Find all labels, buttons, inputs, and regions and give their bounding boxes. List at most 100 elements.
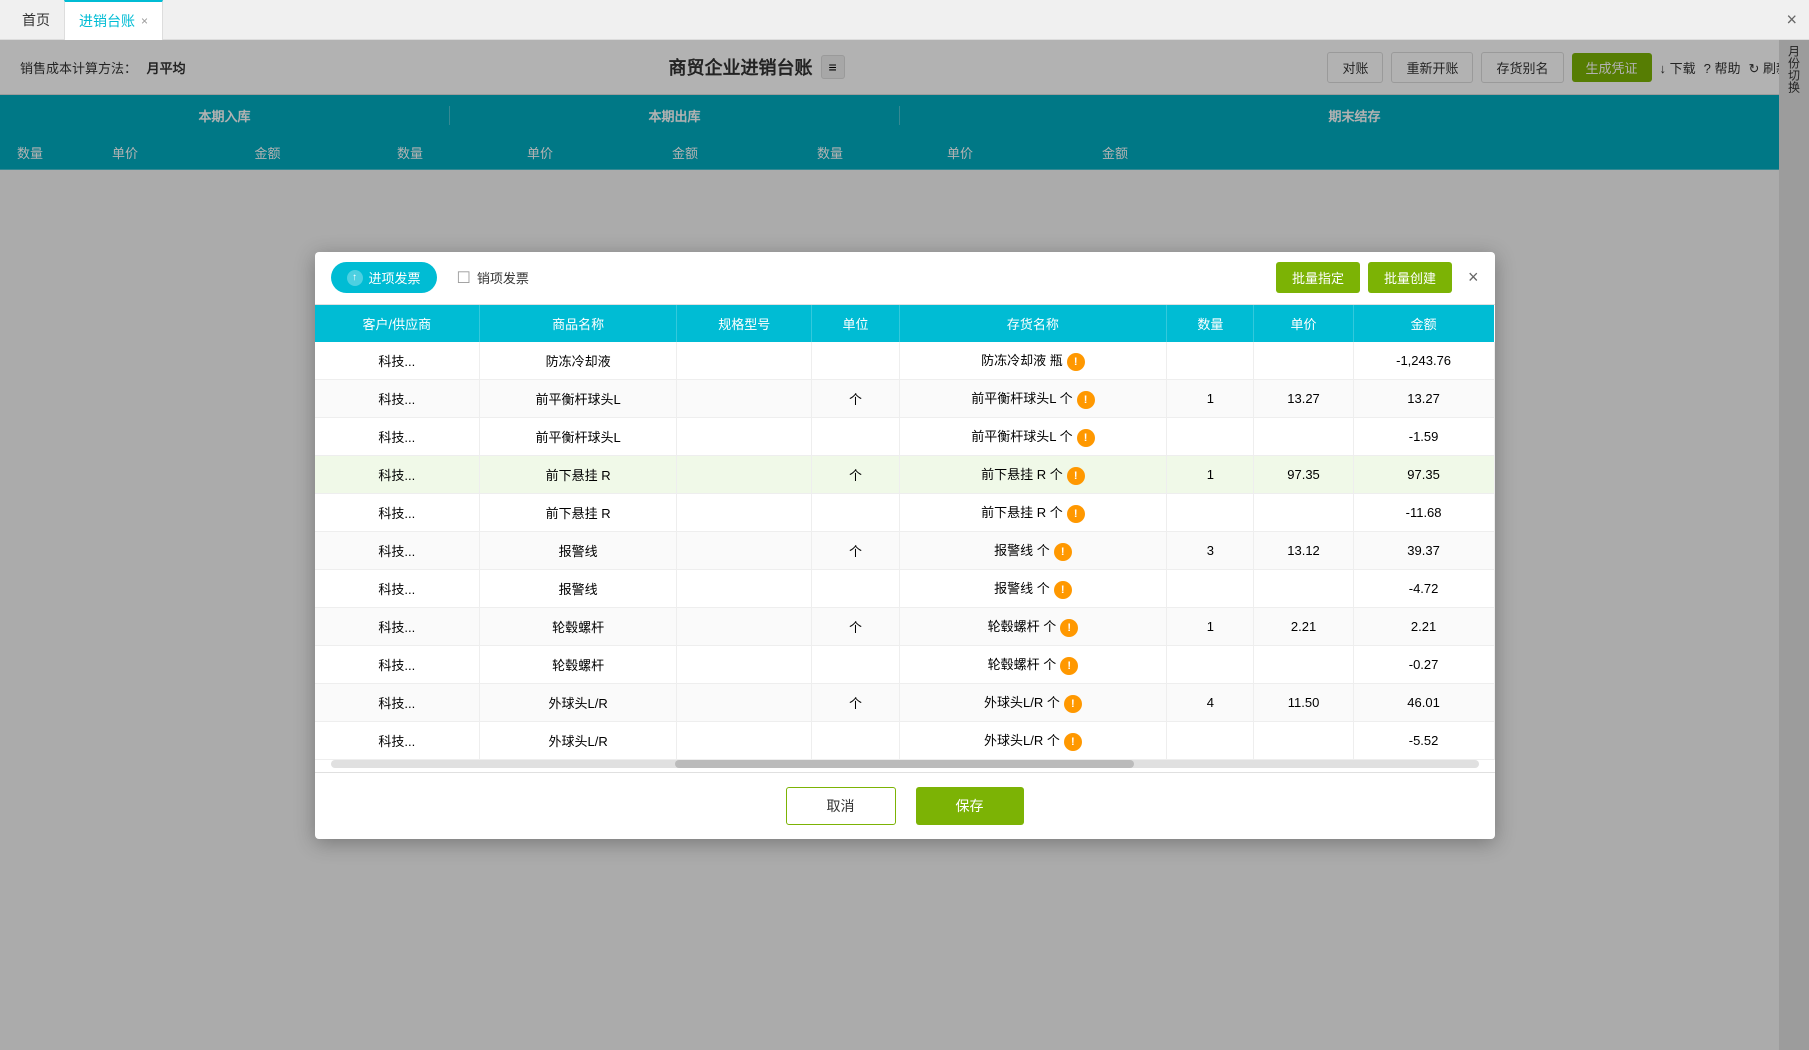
warning-icon: ! bbox=[1077, 429, 1095, 447]
warning-icon: ! bbox=[1077, 391, 1095, 409]
modal-header: ↑ 进项发票 ☐ 销项发票 批量指定 批量创建 × bbox=[315, 252, 1495, 305]
cell-amount: -5.52 bbox=[1353, 721, 1494, 759]
col-header-price: 单价 bbox=[1254, 305, 1353, 342]
cell-qty bbox=[1167, 721, 1254, 759]
cell-qty: 4 bbox=[1167, 683, 1254, 721]
cell-product: 前平衡杆球头L bbox=[480, 379, 677, 417]
cell-price bbox=[1254, 417, 1353, 455]
batch-assign-button[interactable]: 批量指定 bbox=[1276, 262, 1360, 293]
tab-home-label: 首页 bbox=[22, 10, 50, 30]
cell-product: 轮毂螺杆 bbox=[480, 645, 677, 683]
cell-supplier: 科技... bbox=[315, 683, 480, 721]
window-close-button[interactable]: × bbox=[1786, 9, 1797, 30]
tab-jinxiao[interactable]: 进销台账 × bbox=[64, 0, 163, 40]
cell-stock-name: 前平衡杆球头L 个! bbox=[899, 417, 1167, 455]
cell-unit bbox=[812, 721, 899, 759]
cell-product: 前下悬挂 R bbox=[480, 493, 677, 531]
cell-price bbox=[1254, 493, 1353, 531]
cell-price bbox=[1254, 721, 1353, 759]
cell-unit bbox=[812, 645, 899, 683]
jinxiang-tab-icon: ↑ bbox=[347, 270, 363, 286]
scrollbar-thumb[interactable] bbox=[675, 760, 1134, 768]
table-row: 科技... 前下悬挂 R 前下悬挂 R 个! -11.68 bbox=[315, 493, 1495, 531]
cell-unit: 个 bbox=[812, 455, 899, 493]
cell-stock-name: 轮毂螺杆 个! bbox=[899, 607, 1167, 645]
cell-supplier: 科技... bbox=[315, 569, 480, 607]
cell-product: 报警线 bbox=[480, 569, 677, 607]
table-header-row: 客户/供应商 商品名称 规格型号 单位 存货名称 数量 单价 金额 bbox=[315, 305, 1495, 342]
warning-icon: ! bbox=[1054, 543, 1072, 561]
table-row: 科技... 轮毂螺杆 个 轮毂螺杆 个! 1 2.21 2.21 bbox=[315, 607, 1495, 645]
jinxiang-tab-label: 进项发票 bbox=[369, 268, 421, 287]
modal-dialog: ↑ 进项发票 ☐ 销项发票 批量指定 批量创建 × 客户 bbox=[315, 252, 1495, 839]
warning-icon: ! bbox=[1060, 619, 1078, 637]
cell-supplier: 科技... bbox=[315, 455, 480, 493]
cell-stock-name: 外球头L/R 个! bbox=[899, 683, 1167, 721]
cell-amount: 13.27 bbox=[1353, 379, 1494, 417]
cell-stock-name: 报警线 个! bbox=[899, 569, 1167, 607]
table-row: 科技... 外球头L/R 个 外球头L/R 个! 4 11.50 46.01 bbox=[315, 683, 1495, 721]
cell-spec bbox=[677, 569, 812, 607]
modal-horizontal-scrollbar[interactable] bbox=[331, 760, 1479, 768]
save-button[interactable]: 保存 bbox=[916, 787, 1024, 825]
cell-unit: 个 bbox=[812, 683, 899, 721]
cell-qty bbox=[1167, 645, 1254, 683]
modal-header-right: 批量指定 批量创建 bbox=[1276, 262, 1452, 293]
col-header-stock: 存货名称 bbox=[899, 305, 1167, 342]
cell-spec bbox=[677, 455, 812, 493]
modal-close-button[interactable]: × bbox=[1468, 267, 1479, 288]
table-row: 科技... 报警线 个 报警线 个! 3 13.12 39.37 bbox=[315, 531, 1495, 569]
cell-stock-name: 轮毂螺杆 个! bbox=[899, 645, 1167, 683]
cancel-button[interactable]: 取消 bbox=[786, 787, 896, 825]
tab-home[interactable]: 首页 bbox=[8, 0, 64, 40]
cell-spec bbox=[677, 493, 812, 531]
table-row: 科技... 外球头L/R 外球头L/R 个! -5.52 bbox=[315, 721, 1495, 759]
tab-jinxiang-invoice[interactable]: ↑ 进项发票 bbox=[331, 262, 437, 293]
cell-amount: 2.21 bbox=[1353, 607, 1494, 645]
cell-stock-name: 前下悬挂 R 个! bbox=[899, 455, 1167, 493]
batch-create-button[interactable]: 批量创建 bbox=[1368, 262, 1452, 293]
cell-product: 外球头L/R bbox=[480, 683, 677, 721]
table-row: 科技... 前平衡杆球头L 前平衡杆球头L 个! -1.59 bbox=[315, 417, 1495, 455]
cell-stock-name: 报警线 个! bbox=[899, 531, 1167, 569]
main-area: 销售成本计算方法： 月平均 商贸企业进销台账 ≡ 对账 重新开账 存货别名 生成… bbox=[0, 40, 1809, 1050]
cell-amount: 46.01 bbox=[1353, 683, 1494, 721]
cell-price bbox=[1254, 569, 1353, 607]
cell-supplier: 科技... bbox=[315, 342, 480, 380]
table-row: 科技... 前下悬挂 R 个 前下悬挂 R 个! 1 97.35 97.35 bbox=[315, 455, 1495, 493]
invoice-table: 客户/供应商 商品名称 规格型号 单位 存货名称 数量 单价 金额 科技... … bbox=[315, 305, 1495, 760]
cell-product: 前下悬挂 R bbox=[480, 455, 677, 493]
warning-icon: ! bbox=[1067, 353, 1085, 371]
cell-price: 97.35 bbox=[1254, 455, 1353, 493]
cell-spec bbox=[677, 342, 812, 380]
warning-icon: ! bbox=[1064, 695, 1082, 713]
col-header-qty: 数量 bbox=[1167, 305, 1254, 342]
col-header-spec: 规格型号 bbox=[677, 305, 812, 342]
cell-amount: -1,243.76 bbox=[1353, 342, 1494, 380]
warning-icon: ! bbox=[1067, 467, 1085, 485]
cell-amount: -4.72 bbox=[1353, 569, 1494, 607]
tab-xiaoxiang-invoice[interactable]: ☐ 销项发票 bbox=[441, 262, 545, 294]
warning-icon: ! bbox=[1054, 581, 1072, 599]
cell-unit bbox=[812, 493, 899, 531]
cell-price bbox=[1254, 342, 1353, 380]
cell-qty bbox=[1167, 569, 1254, 607]
cell-amount: -1.59 bbox=[1353, 417, 1494, 455]
cell-stock-name: 前平衡杆球头L 个! bbox=[899, 379, 1167, 417]
cell-stock-name: 前下悬挂 R 个! bbox=[899, 493, 1167, 531]
cell-product: 外球头L/R bbox=[480, 721, 677, 759]
table-row: 科技... 轮毂螺杆 轮毂螺杆 个! -0.27 bbox=[315, 645, 1495, 683]
cell-amount: 39.37 bbox=[1353, 531, 1494, 569]
cell-qty bbox=[1167, 342, 1254, 380]
tab-jinxiao-close[interactable]: × bbox=[141, 14, 148, 28]
cell-qty: 1 bbox=[1167, 379, 1254, 417]
modal-table-wrap: 客户/供应商 商品名称 规格型号 单位 存货名称 数量 单价 金额 科技... … bbox=[315, 305, 1495, 760]
cell-supplier: 科技... bbox=[315, 721, 480, 759]
cell-stock-name: 防冻冷却液 瓶! bbox=[899, 342, 1167, 380]
col-header-amount: 金额 bbox=[1353, 305, 1494, 342]
cell-unit: 个 bbox=[812, 607, 899, 645]
cell-supplier: 科技... bbox=[315, 417, 480, 455]
warning-icon: ! bbox=[1060, 657, 1078, 675]
table-row: 科技... 防冻冷却液 防冻冷却液 瓶! -1,243.76 bbox=[315, 342, 1495, 380]
col-header-unit: 单位 bbox=[812, 305, 899, 342]
